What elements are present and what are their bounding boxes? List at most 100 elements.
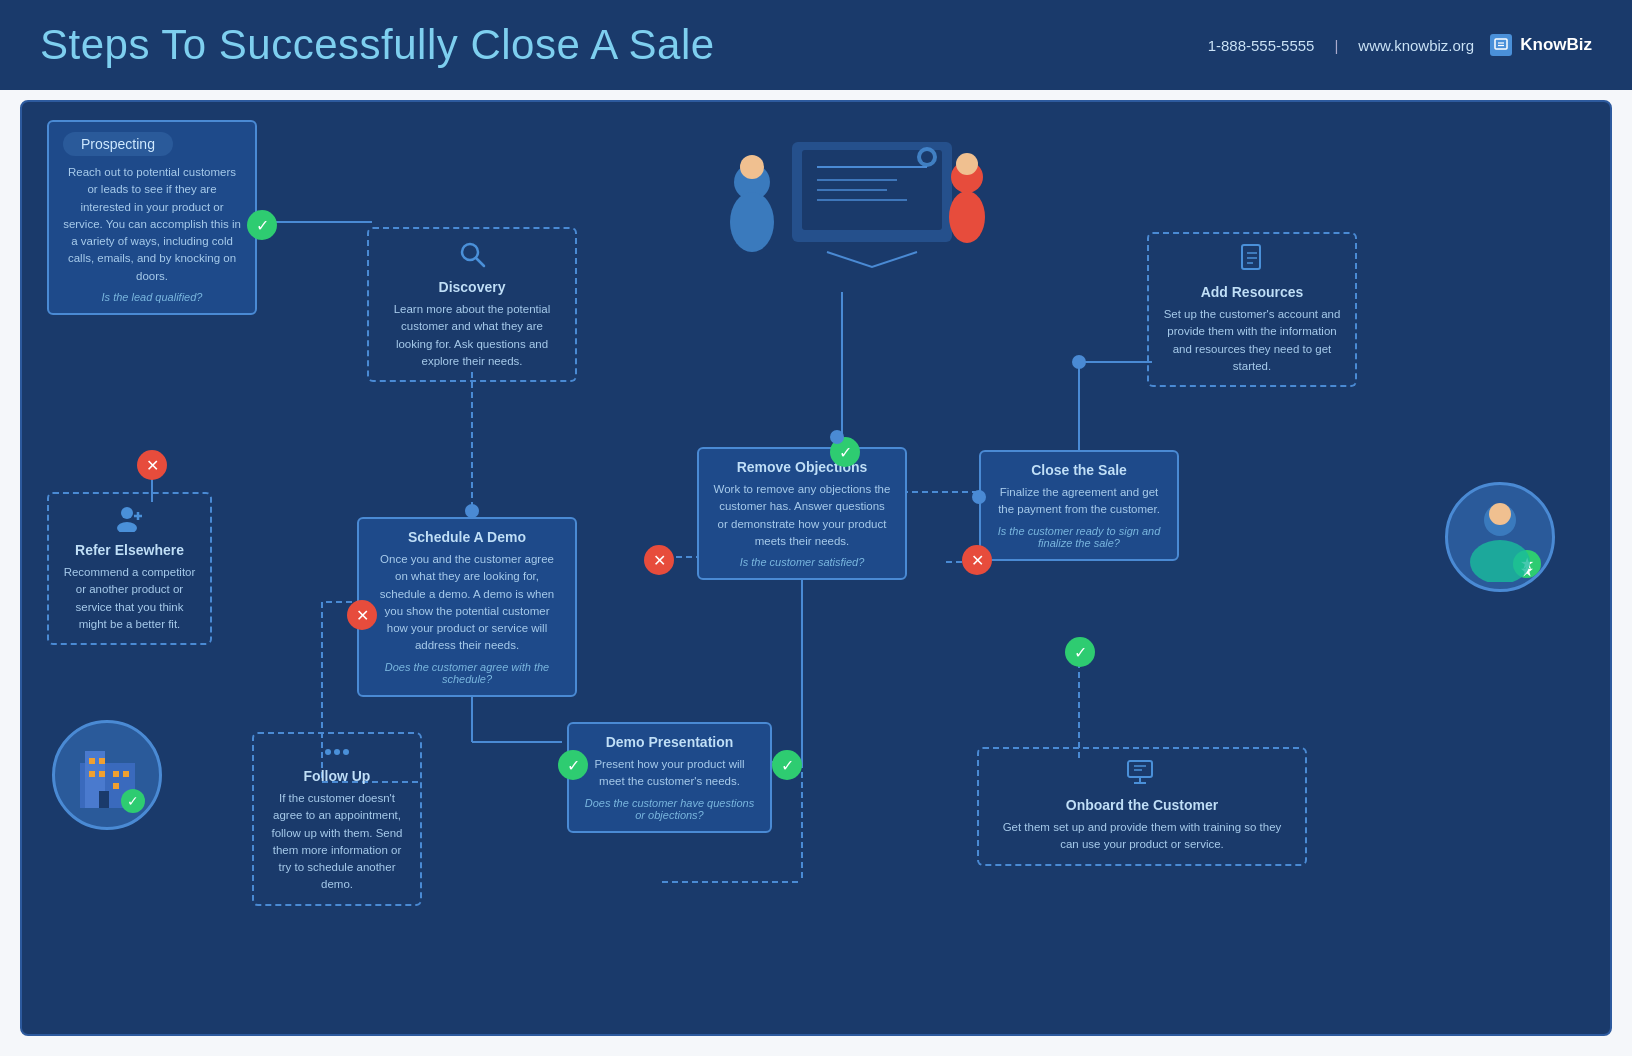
onboard-body: Get them set up and provide them with tr… — [993, 819, 1291, 854]
svg-point-53 — [325, 749, 331, 755]
onboard-node: Onboard the Customer Get them set up and… — [977, 747, 1307, 866]
page-title: Steps To Successfully Close A Sale — [40, 21, 715, 69]
top-illustration — [662, 117, 1042, 292]
main-diagram: Prospecting Reach out to potential custo… — [20, 100, 1612, 1036]
dot-closesale-addresources — [1072, 355, 1086, 369]
svg-line-57 — [476, 258, 484, 266]
header: Steps To Successfully Close A Sale 1-888… — [0, 0, 1632, 90]
svg-rect-49 — [113, 783, 119, 789]
phone: 1-888-555-5555 — [1208, 37, 1315, 54]
svg-point-29 — [730, 192, 774, 252]
svg-rect-45 — [89, 771, 95, 777]
website: www.knowbiz.org — [1358, 37, 1474, 54]
closesale-title: Close the Sale — [995, 462, 1163, 478]
schedule-x: ✕ — [347, 600, 377, 630]
closesale-box: Close the Sale Finalize the agreement an… — [979, 450, 1179, 561]
removeobj-question: Is the customer satisfied? — [713, 556, 891, 568]
svg-point-63 — [1489, 503, 1511, 525]
dot-removeobj-top — [830, 430, 844, 444]
addresources-node: Add Resources Set up the customer's acco… — [1147, 232, 1357, 387]
schedule-box: Schedule A Demo Once you and the custome… — [357, 517, 577, 697]
closesale-body: Finalize the agreement and get the payme… — [995, 484, 1163, 519]
svg-point-33 — [956, 153, 978, 175]
closesale-node: Close the Sale Finalize the agreement an… — [979, 450, 1179, 561]
removeobj-node: Remove Objections Work to remove any obj… — [697, 447, 907, 580]
svg-rect-44 — [99, 758, 105, 764]
demo-check: ✓ — [772, 750, 802, 780]
prospecting-node: Prospecting Reach out to potential custo… — [47, 120, 257, 315]
schedule-body: Once you and the customer agree on what … — [373, 551, 561, 655]
svg-point-67 — [1470, 540, 1530, 582]
refer-node: Refer Elsewhere Recommend a competitor o… — [47, 492, 212, 645]
svg-rect-58 — [1242, 245, 1260, 269]
svg-point-55 — [343, 749, 349, 755]
discovery-node: Discovery Learn more about the potential… — [367, 227, 577, 382]
page: Steps To Successfully Close A Sale 1-888… — [0, 0, 1632, 1056]
prospecting-x: ✕ — [137, 450, 167, 480]
demo-question: Does the customer have questions or obje… — [583, 797, 756, 821]
svg-point-32 — [949, 191, 985, 243]
divider: | — [1334, 37, 1338, 54]
discovery-title: Discovery — [383, 279, 561, 295]
prospecting-question: Is the lead qualified? — [63, 291, 241, 303]
refer-icon — [63, 504, 196, 538]
brand-icon — [1490, 34, 1512, 56]
followup-body: If the customer doesn't agree to an appo… — [268, 790, 406, 894]
onboard-icon — [993, 759, 1291, 791]
dot-removeobj-closesale — [972, 490, 986, 504]
building-illustration: ✓ — [52, 720, 162, 830]
demo-node: Demo Presentation Present how your produ… — [567, 722, 772, 833]
customer-illustration: ★ — [1445, 482, 1555, 592]
refer-title: Refer Elsewhere — [63, 542, 196, 558]
closesale-x: ✕ — [962, 545, 992, 575]
followup-box: Follow Up If the customer doesn't agree … — [252, 732, 422, 906]
followup-icon — [268, 744, 406, 764]
svg-point-54 — [334, 749, 340, 755]
discovery-box: Discovery Learn more about the potential… — [367, 227, 577, 382]
closesale-check: ✓ — [1065, 637, 1095, 667]
removeobj-box: Remove Objections Work to remove any obj… — [697, 447, 907, 580]
svg-rect-50 — [99, 791, 109, 808]
closesale-question: Is the customer ready to sign and finali… — [995, 525, 1163, 549]
removeobj-body: Work to remove any objections the custom… — [713, 481, 891, 550]
addresources-title: Add Resources — [1163, 284, 1341, 300]
addresources-box: Add Resources Set up the customer's acco… — [1147, 232, 1357, 387]
refer-body: Recommend a competitor or another produc… — [63, 564, 196, 633]
followup-node: Follow Up If the customer doesn't agree … — [252, 732, 422, 906]
schedule-check: ✓ — [558, 750, 588, 780]
demo-x: ✕ — [644, 545, 674, 575]
discovery-body: Learn more about the potential customer … — [383, 301, 561, 370]
svg-point-30 — [740, 155, 764, 179]
addresources-icon — [1163, 244, 1341, 278]
schedule-node: Schedule A Demo Once you and the custome… — [357, 517, 577, 697]
svg-rect-43 — [89, 758, 95, 764]
prospecting-box: Prospecting Reach out to potential custo… — [47, 120, 257, 315]
prospecting-label: Prospecting — [63, 132, 173, 156]
svg-text:✓: ✓ — [127, 793, 139, 809]
brand: KnowBiz — [1490, 34, 1592, 56]
brand-name: KnowBiz — [1520, 35, 1592, 55]
addresources-body: Set up the customer's account and provid… — [1163, 306, 1341, 375]
svg-point-35 — [921, 151, 933, 163]
removeobj-title: Remove Objections — [713, 459, 891, 475]
demo-box: Demo Presentation Present how your produ… — [567, 722, 772, 833]
svg-rect-0 — [1495, 39, 1507, 49]
followup-title: Follow Up — [268, 768, 406, 784]
svg-rect-47 — [113, 771, 119, 777]
svg-point-37 — [117, 522, 137, 532]
prospecting-body: Reach out to potential customers or lead… — [63, 164, 241, 285]
refer-box: Refer Elsewhere Recommend a competitor o… — [47, 492, 212, 645]
demo-title: Demo Presentation — [583, 734, 756, 750]
header-right: 1-888-555-5555 | www.knowbiz.org KnowBiz — [1208, 34, 1592, 56]
schedule-question: Does the customer agree with the schedul… — [373, 661, 561, 685]
onboard-box: Onboard the Customer Get them set up and… — [977, 747, 1307, 866]
discovery-icon — [383, 239, 561, 273]
prospecting-check: ✓ — [247, 210, 277, 240]
svg-rect-68 — [1128, 761, 1152, 777]
demo-body: Present how your product will meet the c… — [583, 756, 756, 791]
svg-rect-48 — [123, 771, 129, 777]
dot-discovery-schedule — [465, 504, 479, 518]
onboard-title: Onboard the Customer — [993, 797, 1291, 813]
svg-point-36 — [121, 507, 133, 519]
schedule-title: Schedule A Demo — [373, 529, 561, 545]
